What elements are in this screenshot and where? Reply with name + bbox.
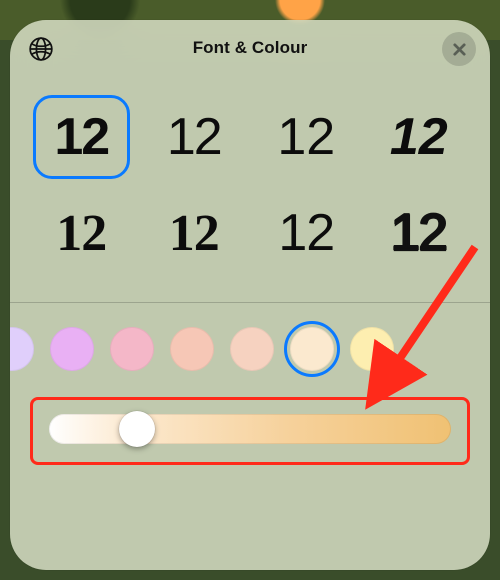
colour-swatch-2[interactable] xyxy=(110,327,154,371)
colour-swatch-row[interactable] xyxy=(10,303,490,393)
close-button[interactable] xyxy=(442,32,476,66)
font-option-4[interactable]: 12 xyxy=(36,194,127,272)
globe-icon xyxy=(28,36,54,62)
colour-swatch-6[interactable] xyxy=(350,327,394,371)
colour-swatch-0[interactable] xyxy=(10,327,34,371)
font-option-7[interactable]: 12 xyxy=(374,194,465,272)
font-option-0[interactable]: 12 xyxy=(36,98,127,176)
font-option-6[interactable]: 12 xyxy=(261,194,352,272)
font-style-grid: 12 12 12 12 12 12 12 12 xyxy=(10,76,490,302)
colour-swatch-4[interactable] xyxy=(230,327,274,371)
hue-slider-annotation-box xyxy=(30,397,470,465)
font-option-1[interactable]: 12 xyxy=(149,98,240,176)
sheet-title: Font & Colour xyxy=(193,38,308,58)
colour-swatch-3[interactable] xyxy=(170,327,214,371)
hue-slider-thumb[interactable] xyxy=(119,411,155,447)
colour-swatch-1[interactable] xyxy=(50,327,94,371)
sheet-header: Font & Colour xyxy=(10,20,490,76)
font-option-2[interactable]: 12 xyxy=(261,98,352,176)
close-icon xyxy=(452,42,467,57)
font-option-3[interactable]: 12 xyxy=(374,98,465,176)
font-option-5[interactable]: 12 xyxy=(149,194,240,272)
colour-swatch-5[interactable] xyxy=(290,327,334,371)
hue-slider[interactable] xyxy=(49,414,451,444)
language-button[interactable] xyxy=(24,32,58,66)
font-colour-sheet: Font & Colour 12 12 12 12 12 12 12 12 xyxy=(10,20,490,570)
